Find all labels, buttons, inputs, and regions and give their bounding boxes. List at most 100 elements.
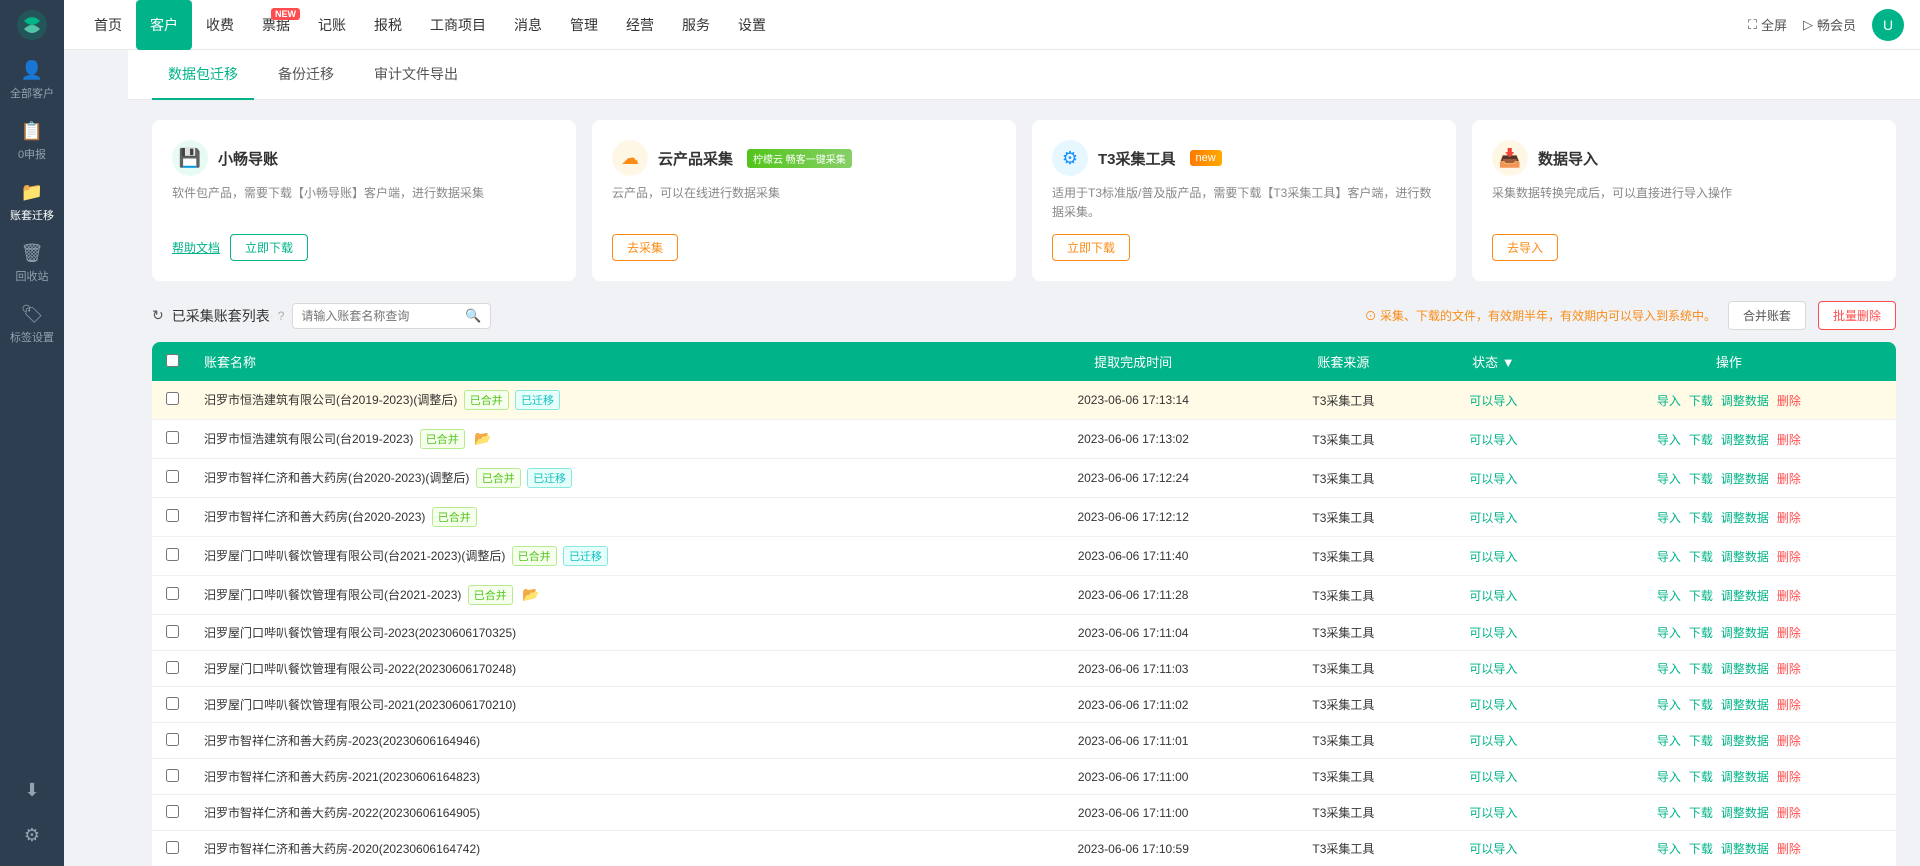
tab-audit-export[interactable]: 审计文件导出 bbox=[358, 50, 474, 100]
op-调整数据[interactable]: 调整数据 bbox=[1721, 589, 1769, 603]
op-下载[interactable]: 下载 bbox=[1689, 550, 1713, 564]
op-删除[interactable]: 删除 bbox=[1777, 394, 1801, 408]
op-调整数据[interactable]: 调整数据 bbox=[1721, 842, 1769, 856]
refresh-icon[interactable]: ↻ bbox=[152, 307, 164, 324]
op-删除[interactable]: 删除 bbox=[1777, 842, 1801, 856]
row-checkbox[interactable] bbox=[166, 431, 179, 444]
tab-backup-migration[interactable]: 备份迁移 bbox=[262, 50, 350, 100]
op-下载[interactable]: 下载 bbox=[1689, 734, 1713, 748]
op-下载[interactable]: 下载 bbox=[1689, 394, 1713, 408]
sidebar-item-all-clients[interactable]: 👤 全部客户 bbox=[0, 50, 64, 111]
row-checkbox[interactable] bbox=[166, 392, 179, 405]
row-checkbox[interactable] bbox=[166, 769, 179, 782]
op-导入[interactable]: 导入 bbox=[1657, 734, 1681, 748]
row-checkbox[interactable] bbox=[166, 841, 179, 854]
op-导入[interactable]: 导入 bbox=[1657, 698, 1681, 712]
op-下载[interactable]: 下载 bbox=[1689, 842, 1713, 856]
fullscreen-btn[interactable]: ⛶ 全屏 bbox=[1748, 15, 1787, 34]
op-调整数据[interactable]: 调整数据 bbox=[1721, 433, 1769, 447]
op-删除[interactable]: 删除 bbox=[1777, 662, 1801, 676]
op-调整数据[interactable]: 调整数据 bbox=[1721, 472, 1769, 486]
tab-data-migration[interactable]: 数据包迁移 bbox=[152, 50, 254, 100]
op-调整数据[interactable]: 调整数据 bbox=[1721, 770, 1769, 784]
sidebar-item-download[interactable]: ⬇ bbox=[0, 770, 64, 811]
op-删除[interactable]: 删除 bbox=[1777, 472, 1801, 486]
op-删除[interactable]: 删除 bbox=[1777, 550, 1801, 564]
op-导入[interactable]: 导入 bbox=[1657, 842, 1681, 856]
row-checkbox[interactable] bbox=[166, 805, 179, 818]
batch-delete-btn[interactable]: 批量删除 bbox=[1818, 301, 1896, 330]
row-checkbox[interactable] bbox=[166, 509, 179, 522]
row-checkbox[interactable] bbox=[166, 625, 179, 638]
folder-icon[interactable]: 📂 bbox=[522, 586, 539, 602]
select-all-checkbox[interactable] bbox=[166, 354, 179, 367]
import-btn-dataimport[interactable]: 去导入 bbox=[1492, 234, 1558, 261]
nav-invoices[interactable]: 票据 NEW bbox=[248, 0, 304, 50]
nav-bookkeeping[interactable]: 记账 bbox=[304, 0, 360, 50]
collect-btn-yunproduct[interactable]: 去采集 bbox=[612, 234, 678, 261]
op-删除[interactable]: 删除 bbox=[1777, 511, 1801, 525]
row-checkbox[interactable] bbox=[166, 587, 179, 600]
sidebar-item-tags[interactable]: 🏷 标签设置 bbox=[0, 294, 64, 355]
op-调整数据[interactable]: 调整数据 bbox=[1721, 550, 1769, 564]
row-checkbox[interactable] bbox=[166, 697, 179, 710]
help-icon[interactable]: ? bbox=[278, 309, 285, 323]
row-checkbox[interactable] bbox=[166, 733, 179, 746]
download-btn-xiaochangzhang[interactable]: 立即下载 bbox=[230, 234, 308, 261]
sidebar-item-account-migration[interactable]: 📁 账套迁移 bbox=[0, 172, 64, 233]
op-下载[interactable]: 下载 bbox=[1689, 806, 1713, 820]
help-doc-link[interactable]: 帮助文档 bbox=[172, 239, 220, 256]
op-下载[interactable]: 下载 bbox=[1689, 433, 1713, 447]
row-checkbox[interactable] bbox=[166, 548, 179, 561]
op-删除[interactable]: 删除 bbox=[1777, 770, 1801, 784]
op-删除[interactable]: 删除 bbox=[1777, 698, 1801, 712]
op-调整数据[interactable]: 调整数据 bbox=[1721, 734, 1769, 748]
op-删除[interactable]: 删除 bbox=[1777, 734, 1801, 748]
nav-operation[interactable]: 经营 bbox=[612, 0, 668, 50]
nav-home[interactable]: 首页 bbox=[80, 0, 136, 50]
sidebar-item-zero-report[interactable]: 📋 0申报 bbox=[0, 111, 64, 172]
nav-tax[interactable]: 报税 bbox=[360, 0, 416, 50]
op-下载[interactable]: 下载 bbox=[1689, 472, 1713, 486]
op-删除[interactable]: 删除 bbox=[1777, 806, 1801, 820]
op-导入[interactable]: 导入 bbox=[1657, 394, 1681, 408]
row-checkbox[interactable] bbox=[166, 470, 179, 483]
op-调整数据[interactable]: 调整数据 bbox=[1721, 806, 1769, 820]
vip-btn[interactable]: ▷ 畅会员 bbox=[1803, 15, 1856, 34]
op-下载[interactable]: 下载 bbox=[1689, 698, 1713, 712]
nav-business[interactable]: 工商项目 bbox=[416, 0, 500, 50]
nav-service[interactable]: 服务 bbox=[668, 0, 724, 50]
nav-manage[interactable]: 管理 bbox=[556, 0, 612, 50]
op-调整数据[interactable]: 调整数据 bbox=[1721, 662, 1769, 676]
op-导入[interactable]: 导入 bbox=[1657, 433, 1681, 447]
op-下载[interactable]: 下载 bbox=[1689, 770, 1713, 784]
row-checkbox[interactable] bbox=[166, 661, 179, 674]
op-导入[interactable]: 导入 bbox=[1657, 550, 1681, 564]
op-导入[interactable]: 导入 bbox=[1657, 472, 1681, 486]
sidebar-item-recycle[interactable]: 🗑 回收站 bbox=[0, 233, 64, 294]
op-删除[interactable]: 删除 bbox=[1777, 589, 1801, 603]
search-icon[interactable]: 🔍 bbox=[465, 308, 481, 324]
op-导入[interactable]: 导入 bbox=[1657, 770, 1681, 784]
op-下载[interactable]: 下载 bbox=[1689, 662, 1713, 676]
op-导入[interactable]: 导入 bbox=[1657, 806, 1681, 820]
merge-account-btn[interactable]: 合并账套 bbox=[1728, 301, 1806, 330]
op-下载[interactable]: 下载 bbox=[1689, 511, 1713, 525]
avatar[interactable]: U bbox=[1872, 9, 1904, 41]
op-下载[interactable]: 下载 bbox=[1689, 589, 1713, 603]
op-导入[interactable]: 导入 bbox=[1657, 662, 1681, 676]
op-调整数据[interactable]: 调整数据 bbox=[1721, 698, 1769, 712]
app-logo[interactable] bbox=[0, 0, 64, 50]
op-导入[interactable]: 导入 bbox=[1657, 511, 1681, 525]
op-删除[interactable]: 删除 bbox=[1777, 626, 1801, 640]
op-下载[interactable]: 下载 bbox=[1689, 626, 1713, 640]
search-input[interactable] bbox=[301, 309, 461, 323]
op-调整数据[interactable]: 调整数据 bbox=[1721, 511, 1769, 525]
folder-icon[interactable]: 📂 bbox=[474, 430, 491, 446]
op-调整数据[interactable]: 调整数据 bbox=[1721, 626, 1769, 640]
op-导入[interactable]: 导入 bbox=[1657, 626, 1681, 640]
op-调整数据[interactable]: 调整数据 bbox=[1721, 394, 1769, 408]
nav-settings[interactable]: 设置 bbox=[724, 0, 780, 50]
nav-fees[interactable]: 收费 bbox=[192, 0, 248, 50]
nav-messages[interactable]: 消息 bbox=[500, 0, 556, 50]
